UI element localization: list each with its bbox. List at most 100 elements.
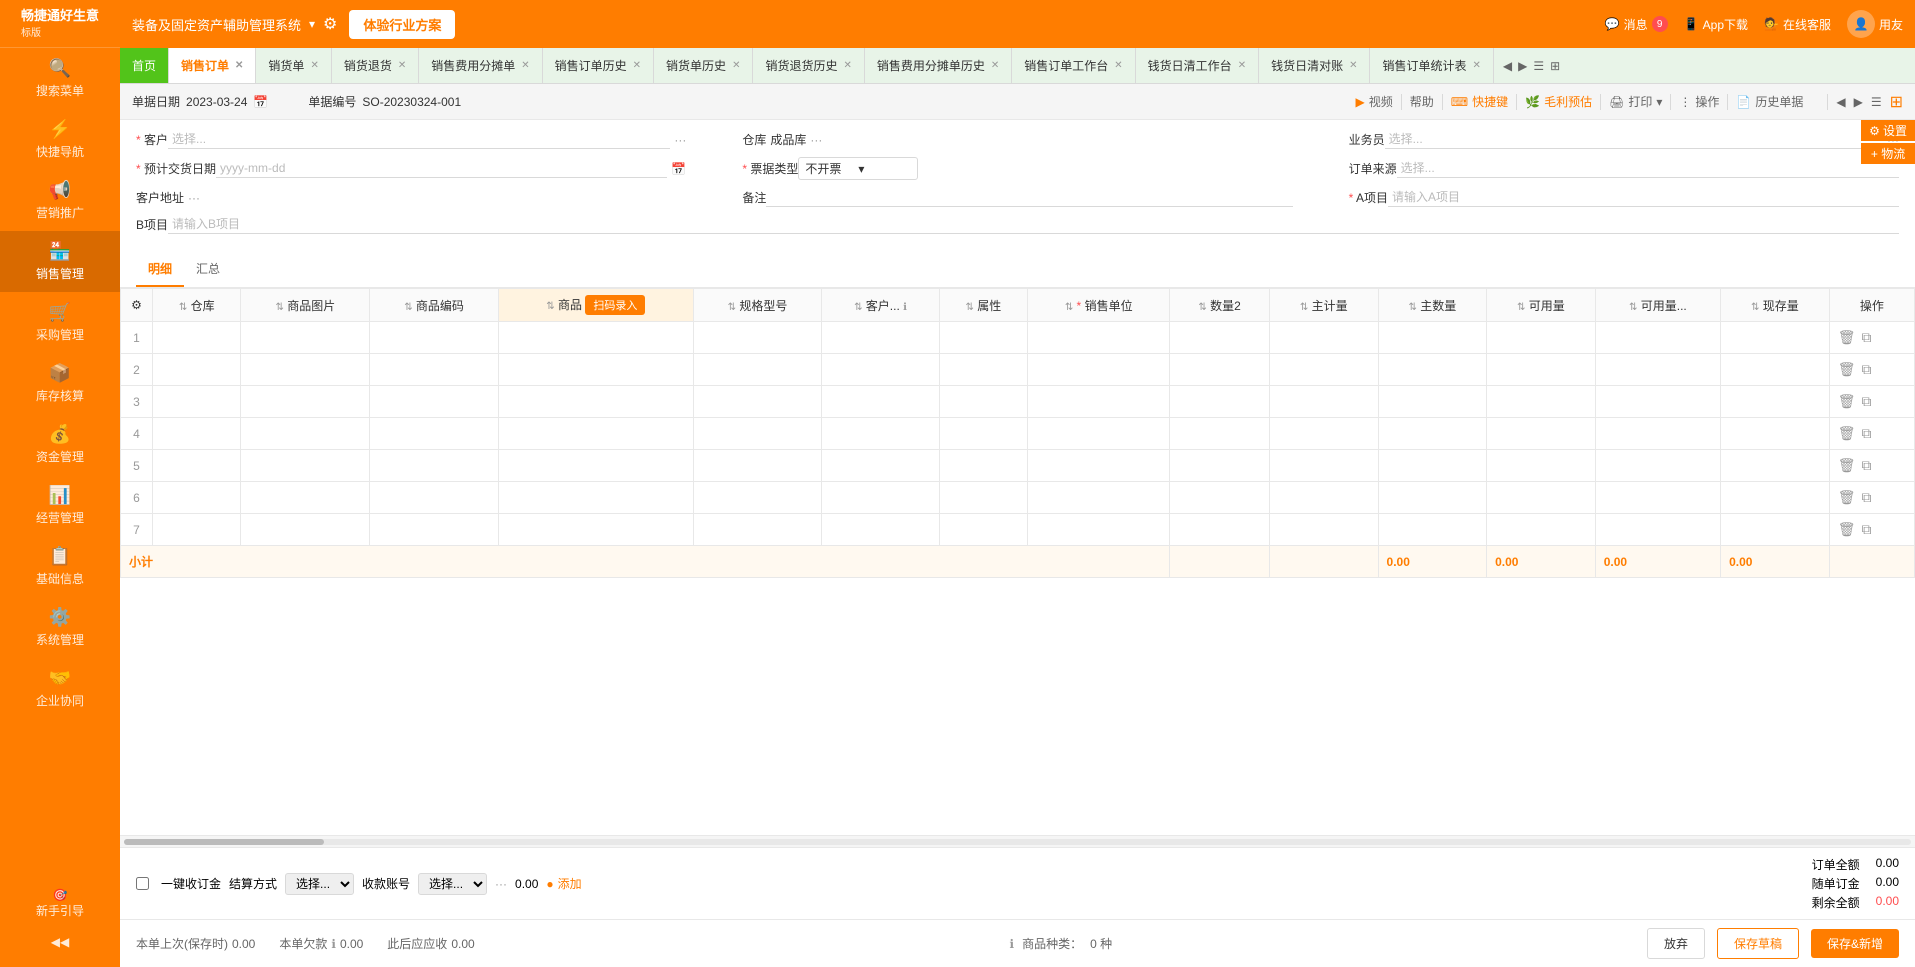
cell-qty2[interactable]	[1170, 418, 1270, 450]
sidebar-item-collapse[interactable]: ◀◀	[0, 927, 120, 957]
draft-button[interactable]: 保存草稿	[1717, 928, 1799, 959]
cell-warehouse[interactable]	[153, 418, 241, 450]
cell-available[interactable]	[1487, 386, 1596, 418]
cell-current-stock[interactable]	[1721, 514, 1830, 546]
copy-icon[interactable]: ⧉	[1861, 393, 1871, 410]
sidebar-item-guide[interactable]: 🎯 新手引导	[0, 880, 120, 927]
cell-warehouse[interactable]	[153, 386, 241, 418]
sales-return-tab-close[interactable]: ✕	[310, 60, 318, 71]
sidebar-item-marketing[interactable]: 📢 营销推广	[0, 170, 120, 231]
cell-product[interactable]	[498, 386, 693, 418]
goods-return-history-close[interactable]: ✕	[843, 60, 851, 71]
cell-product-code[interactable]	[370, 514, 499, 546]
delete-icon[interactable]: 🗑	[1838, 425, 1856, 442]
sort-available-icon[interactable]: ⇅	[1517, 302, 1525, 313]
cell-product-code[interactable]	[370, 418, 499, 450]
tab-summary[interactable]: 汇总	[184, 252, 232, 287]
cell-spec[interactable]	[693, 354, 822, 386]
sales-return-history-close[interactable]: ✕	[732, 60, 740, 71]
order-workbench-close[interactable]: ✕	[1114, 60, 1122, 71]
table-scrollbar[interactable]	[120, 835, 1915, 847]
sort-attr-icon[interactable]: ⇅	[966, 302, 974, 313]
cell-sales-unit[interactable]	[1028, 386, 1170, 418]
copy-icon[interactable]: ⧉	[1861, 489, 1871, 506]
cell-qty2[interactable]	[1170, 514, 1270, 546]
cell-main-qty[interactable]	[1378, 354, 1487, 386]
cell-spec[interactable]	[693, 450, 822, 482]
cell-sales-unit[interactable]	[1028, 482, 1170, 514]
save-button[interactable]: 保存&新增	[1811, 929, 1899, 958]
customer-more[interactable]: ···	[674, 133, 686, 147]
add-payment-button[interactable]: ● 添加	[546, 875, 581, 892]
sidebar-item-quicknav[interactable]: ⚡ 快捷导航	[0, 109, 120, 170]
sort-main-unit-icon[interactable]: ⇅	[1300, 302, 1308, 313]
cell-customer-code[interactable]	[822, 322, 939, 354]
invoice-type-select[interactable]: 不开票 ▾	[798, 157, 918, 180]
one-click-checkbox[interactable]	[136, 877, 149, 890]
toolbar-view[interactable]: ▶ 视频	[1356, 93, 1393, 110]
cell-spec[interactable]	[693, 418, 822, 450]
cell-main-unit[interactable]	[1269, 322, 1378, 354]
copy-icon[interactable]: ⧉	[1861, 329, 1871, 346]
toolbar-print[interactable]: 🖨 打印 ▾	[1609, 93, 1662, 110]
delete-icon[interactable]: 🗑	[1838, 489, 1856, 506]
date-icon[interactable]: 📅	[671, 162, 686, 176]
cell-available2[interactable]	[1595, 482, 1720, 514]
tab-sales-order-history[interactable]: 销售订单历史 ✕	[543, 48, 654, 84]
cell-product-image[interactable]	[241, 322, 370, 354]
staff-input[interactable]	[1385, 130, 1883, 149]
cell-available[interactable]	[1487, 482, 1596, 514]
a-project-input[interactable]	[1388, 188, 1899, 207]
tab-sales-order[interactable]: 销售订单 ✕	[169, 48, 256, 84]
amount-more[interactable]: ···	[495, 877, 507, 891]
scan-button[interactable]: 扫码录入	[585, 295, 645, 315]
sort-warehouse-icon[interactable]: ⇅	[179, 302, 187, 313]
sort-qty2-icon[interactable]: ⇅	[1198, 302, 1206, 313]
copy-icon[interactable]: ⧉	[1861, 457, 1871, 474]
cell-product-code[interactable]	[370, 354, 499, 386]
cell-main-unit[interactable]	[1269, 482, 1378, 514]
cell-available2[interactable]	[1595, 450, 1720, 482]
warehouse-more[interactable]: ···	[810, 133, 822, 147]
address-more[interactable]: ···	[188, 191, 200, 205]
cash-daily-workbench-close[interactable]: ✕	[1238, 60, 1246, 71]
tab-sales-return[interactable]: 销货单 ✕	[256, 48, 331, 84]
customer-code-info[interactable]: ℹ	[903, 302, 907, 313]
cell-current-stock[interactable]	[1721, 386, 1830, 418]
topbar-settings-icon[interactable]: ⚙	[323, 14, 337, 34]
cell-available2[interactable]	[1595, 386, 1720, 418]
sales-order-history-close[interactable]: ✕	[633, 60, 641, 71]
cell-customer-code[interactable]	[822, 354, 939, 386]
tab-home[interactable]: 首页	[120, 48, 169, 84]
sort-product-code-icon[interactable]: ⇅	[404, 302, 412, 313]
cell-current-stock[interactable]	[1721, 450, 1830, 482]
notification-item[interactable]: 💬 消息 9	[1605, 16, 1668, 33]
cell-main-unit[interactable]	[1269, 450, 1378, 482]
settings-button[interactable]: ⚙ 设置	[1861, 120, 1915, 141]
sales-summary-close[interactable]: ✕	[1473, 60, 1481, 71]
cash-reconcile-close[interactable]: ✕	[1349, 60, 1357, 71]
cell-current-stock[interactable]	[1721, 482, 1830, 514]
cell-available[interactable]	[1487, 322, 1596, 354]
cell-available2[interactable]	[1595, 514, 1720, 546]
cell-product-code[interactable]	[370, 482, 499, 514]
online-service-item[interactable]: 💁 在线客服	[1764, 16, 1831, 33]
tab-sales-summary[interactable]: 销售订单统计表 ✕	[1370, 48, 1493, 84]
cell-product-image[interactable]	[241, 418, 370, 450]
cell-available[interactable]	[1487, 418, 1596, 450]
cell-attr[interactable]	[939, 514, 1027, 546]
cell-qty2[interactable]	[1170, 322, 1270, 354]
customer-input[interactable]	[168, 130, 670, 149]
toolbar-expand-icon[interactable]: ⊞	[1890, 92, 1903, 112]
cell-attr[interactable]	[939, 482, 1027, 514]
delete-icon[interactable]: 🗑	[1838, 457, 1856, 474]
cell-sales-unit[interactable]	[1028, 322, 1170, 354]
cell-current-stock[interactable]	[1721, 354, 1830, 386]
cell-sales-unit[interactable]	[1028, 354, 1170, 386]
sort-spec-icon[interactable]: ⇅	[728, 302, 736, 313]
cell-available2[interactable]	[1595, 322, 1720, 354]
payment-method-select[interactable]: 选择...	[285, 873, 354, 895]
cell-warehouse[interactable]	[153, 514, 241, 546]
sort-sales-unit-icon[interactable]: ⇅	[1065, 302, 1073, 313]
remark-input[interactable]	[766, 188, 1292, 207]
